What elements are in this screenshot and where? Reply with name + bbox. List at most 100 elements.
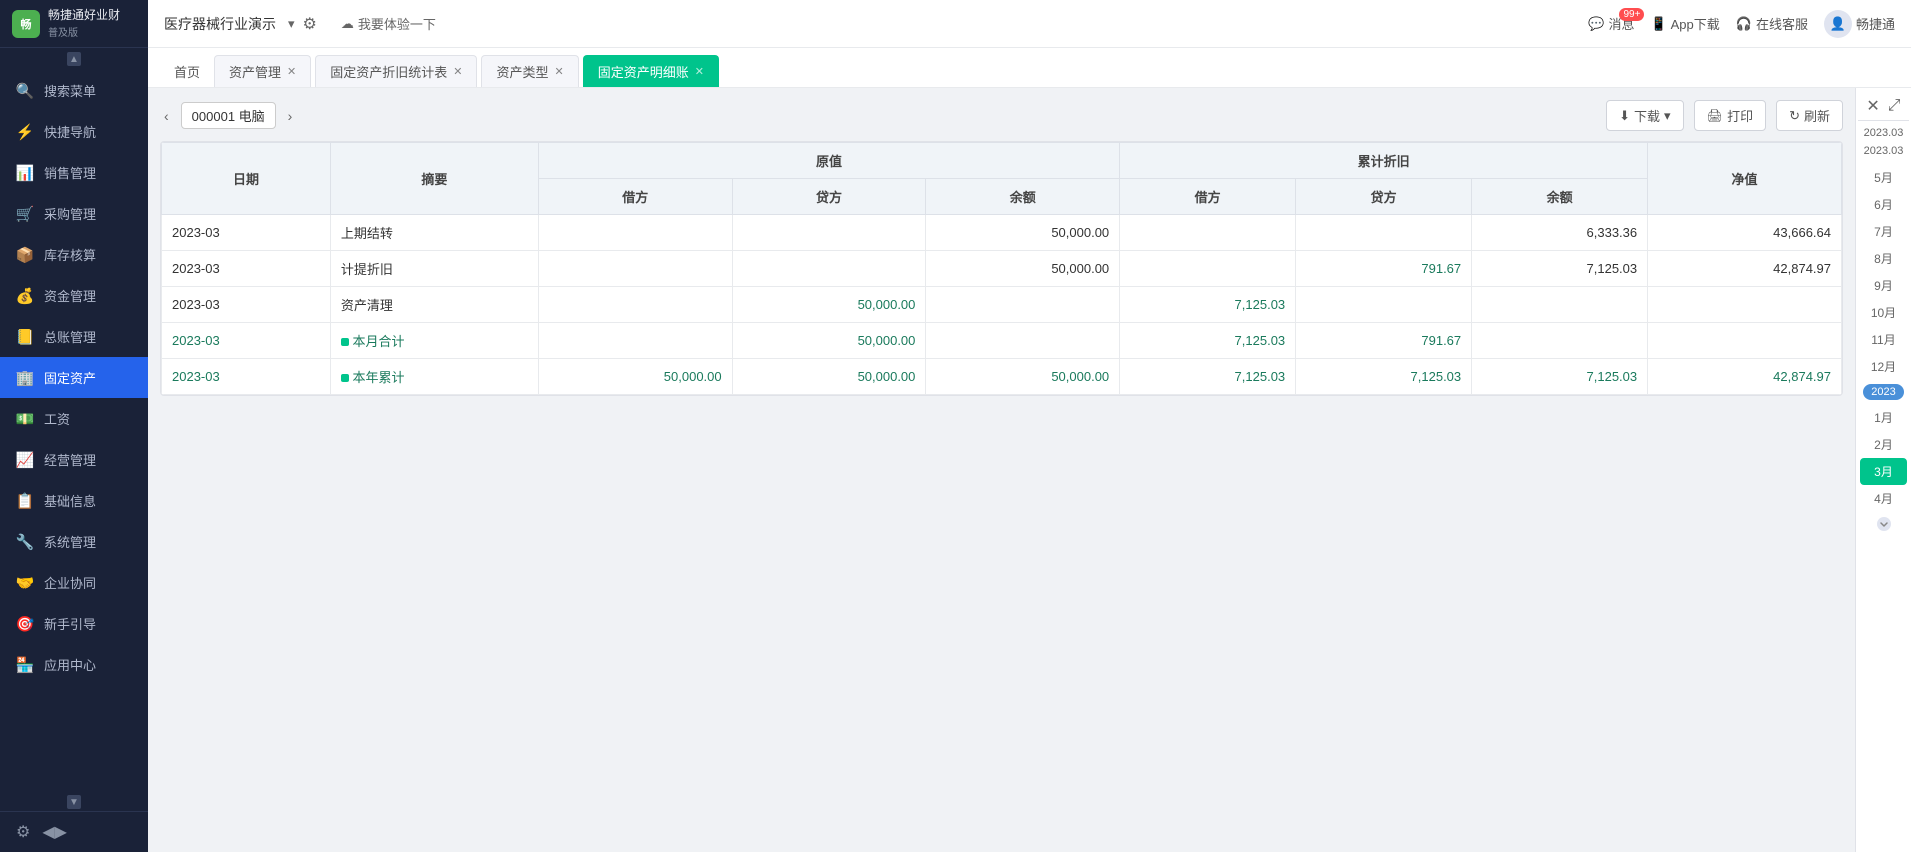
cell-dep-debit bbox=[1120, 251, 1296, 287]
scroll-up-indicator[interactable]: ▲ bbox=[69, 54, 79, 65]
sidebar-item-fixed-assets[interactable]: 🏢 固定资产 bbox=[0, 357, 148, 398]
cell-net-value: 43,666.64 bbox=[1648, 215, 1842, 251]
app-download-label: App下载 bbox=[1671, 14, 1720, 33]
next-arrow[interactable]: › bbox=[284, 106, 297, 126]
payroll-icon: 💵 bbox=[16, 410, 34, 428]
cell-orig-credit bbox=[732, 251, 926, 287]
expand-panel-icon[interactable]: ⤢ bbox=[1888, 97, 1901, 115]
app-download-button[interactable]: 📱 App下载 bbox=[1650, 14, 1719, 33]
sidebar-item-label: 基础信息 bbox=[44, 491, 96, 510]
cell-orig-debit bbox=[538, 287, 732, 323]
tab-asset-detail-ledger[interactable]: 固定资产明细账 ✕ bbox=[583, 55, 719, 87]
sidebar-item-system[interactable]: 🔧 系统管理 bbox=[0, 521, 148, 562]
timeline-month-3-active[interactable]: 3月 bbox=[1860, 458, 1907, 485]
cell-dep-balance: 7,125.03 bbox=[1472, 359, 1648, 395]
cell-orig-balance: 50,000.00 bbox=[926, 359, 1120, 395]
general-ledger-icon: 📒 bbox=[16, 328, 34, 346]
timeline-month-6[interactable]: 6月 bbox=[1856, 191, 1911, 218]
sidebar-item-app-center[interactable]: 🏪 应用中心 bbox=[0, 644, 148, 685]
sidebar-item-guide[interactable]: 🎯 新手引导 bbox=[0, 603, 148, 644]
sidebar-item-label: 系统管理 bbox=[44, 532, 96, 551]
sidebar-item-payroll[interactable]: 💵 工资 bbox=[0, 398, 148, 439]
timeline-month-9[interactable]: 9月 bbox=[1856, 272, 1911, 299]
cell-date: 2023-03 bbox=[162, 287, 331, 323]
sidebar-item-sales[interactable]: 📊 销售管理 bbox=[0, 152, 148, 193]
enterprise-icon: 🤝 bbox=[16, 574, 34, 592]
download-dropdown-icon[interactable]: ▾ bbox=[1664, 108, 1671, 124]
tab-label: 固定资产明细账 bbox=[598, 62, 689, 81]
timeline-scroll-down[interactable] bbox=[1856, 512, 1911, 536]
toolbar-row: ‹ 000001 电脑 › ⬇ 下载 ▾ 🖨 打印 ↻ bbox=[160, 100, 1843, 131]
sidebar-item-basic-info[interactable]: 📋 基础信息 bbox=[0, 480, 148, 521]
logo-title: 畅捷通好业财 bbox=[48, 8, 120, 24]
summary-icon bbox=[341, 338, 349, 346]
timeline-month-1[interactable]: 1月 bbox=[1856, 404, 1911, 431]
timeline-top-dates: 2023.03 2023.03 bbox=[1858, 121, 1910, 164]
sidebar-item-operations[interactable]: 📈 经营管理 bbox=[0, 439, 148, 480]
col-summary: 摘要 bbox=[330, 143, 538, 215]
col-dep-balance: 余额 bbox=[1472, 179, 1648, 215]
scroll-down-indicator[interactable]: ▼ bbox=[69, 797, 79, 808]
messages-button[interactable]: 💬 消息 99+ bbox=[1588, 14, 1634, 33]
sidebar-item-finance[interactable]: 💰 资金管理 bbox=[0, 275, 148, 316]
user-button[interactable]: 👤 畅捷通 bbox=[1824, 10, 1895, 38]
customer-service-button[interactable]: 🎧 在线客服 bbox=[1736, 14, 1808, 33]
refresh-button[interactable]: ↻ 刷新 bbox=[1776, 100, 1843, 131]
sidebar-item-label: 企业协同 bbox=[44, 573, 96, 592]
timeline-month-11[interactable]: 11月 bbox=[1856, 326, 1911, 353]
sidebar-item-general-ledger[interactable]: 📒 总账管理 bbox=[0, 316, 148, 357]
cell-orig-debit bbox=[538, 323, 732, 359]
cell-dep-credit: 791.67 bbox=[1296, 323, 1472, 359]
cell-date: 2023-03 bbox=[162, 323, 331, 359]
col-date: 日期 bbox=[162, 143, 331, 215]
timeline-month-5[interactable]: 5月 bbox=[1856, 164, 1911, 191]
sidebar-item-purchase[interactable]: 🛒 采购管理 bbox=[0, 193, 148, 234]
cell-date: 2023-03 bbox=[162, 359, 331, 395]
cell-date: 2023-03 bbox=[162, 251, 331, 287]
cell-net-value: 42,874.97 bbox=[1648, 251, 1842, 287]
topbar-left: 医疗器械行业演示 ▾ ⚙ ☁ 我要体验一下 bbox=[164, 14, 1588, 34]
close-panel-icon[interactable]: ✕ bbox=[1866, 96, 1879, 116]
tab-close-icon[interactable]: ✕ bbox=[453, 65, 462, 78]
cell-dep-debit: 7,125.03 bbox=[1120, 323, 1296, 359]
fixed-assets-icon: 🏢 bbox=[16, 369, 34, 387]
inventory-icon: 📦 bbox=[16, 246, 34, 264]
download-button[interactable]: ⬇ 下载 ▾ bbox=[1606, 100, 1683, 131]
sidebar-item-search[interactable]: 🔍 搜索菜单 bbox=[0, 70, 148, 111]
tab-close-icon[interactable]: ✕ bbox=[287, 65, 296, 78]
collapse-icon[interactable]: ◀▶ bbox=[42, 822, 67, 842]
settings-gear-icon[interactable]: ⚙ bbox=[303, 14, 317, 34]
company-dropdown-icon[interactable]: ▾ bbox=[288, 16, 295, 32]
timeline-month-7[interactable]: 7月 bbox=[1856, 218, 1911, 245]
tab-asset-management[interactable]: 资产管理 ✕ bbox=[214, 55, 311, 87]
timeline-month-10[interactable]: 10月 bbox=[1856, 299, 1911, 326]
cell-net-value bbox=[1648, 287, 1842, 323]
cell-date: 2023-03 bbox=[162, 215, 331, 251]
refresh-label: 刷新 bbox=[1804, 106, 1830, 125]
timeline-month-2[interactable]: 2月 bbox=[1856, 431, 1911, 458]
cell-net-value bbox=[1648, 323, 1842, 359]
refresh-icon: ↻ bbox=[1789, 108, 1800, 124]
col-net-value: 净值 bbox=[1648, 143, 1842, 215]
sidebar-item-quick-nav[interactable]: ⚡ 快捷导航 bbox=[0, 111, 148, 152]
sidebar-item-enterprise[interactable]: 🤝 企业协同 bbox=[0, 562, 148, 603]
settings-icon[interactable]: ⚙ bbox=[16, 822, 30, 842]
timeline-month-4[interactable]: 4月 bbox=[1856, 485, 1911, 512]
sales-icon: 📊 bbox=[16, 164, 34, 182]
timeline-panel: ✕ ⤢ 2023.03 2023.03 5月 6月 7月 8月 9月 10月 1… bbox=[1855, 88, 1911, 852]
col-orig-balance: 余额 bbox=[926, 179, 1120, 215]
print-button[interactable]: 🖨 打印 bbox=[1694, 100, 1767, 131]
prev-arrow[interactable]: ‹ bbox=[160, 106, 173, 126]
download-label: 下载 bbox=[1634, 106, 1660, 125]
timeline-year-badge: 2023 bbox=[1863, 384, 1903, 400]
messages-icon: 💬 bbox=[1588, 16, 1604, 32]
timeline-month-12[interactable]: 12月 bbox=[1856, 353, 1911, 380]
tab-asset-type[interactable]: 资产类型 ✕ bbox=[481, 55, 578, 87]
tab-close-icon[interactable]: ✕ bbox=[555, 65, 564, 78]
sidebar-item-inventory[interactable]: 📦 库存核算 bbox=[0, 234, 148, 275]
cell-orig-credit: 50,000.00 bbox=[732, 287, 926, 323]
tab-home[interactable]: 首页 bbox=[164, 56, 210, 87]
timeline-month-8[interactable]: 8月 bbox=[1856, 245, 1911, 272]
tab-depreciation-stats[interactable]: 固定资产折旧统计表 ✕ bbox=[315, 55, 477, 87]
tab-close-icon[interactable]: ✕ bbox=[695, 65, 704, 78]
